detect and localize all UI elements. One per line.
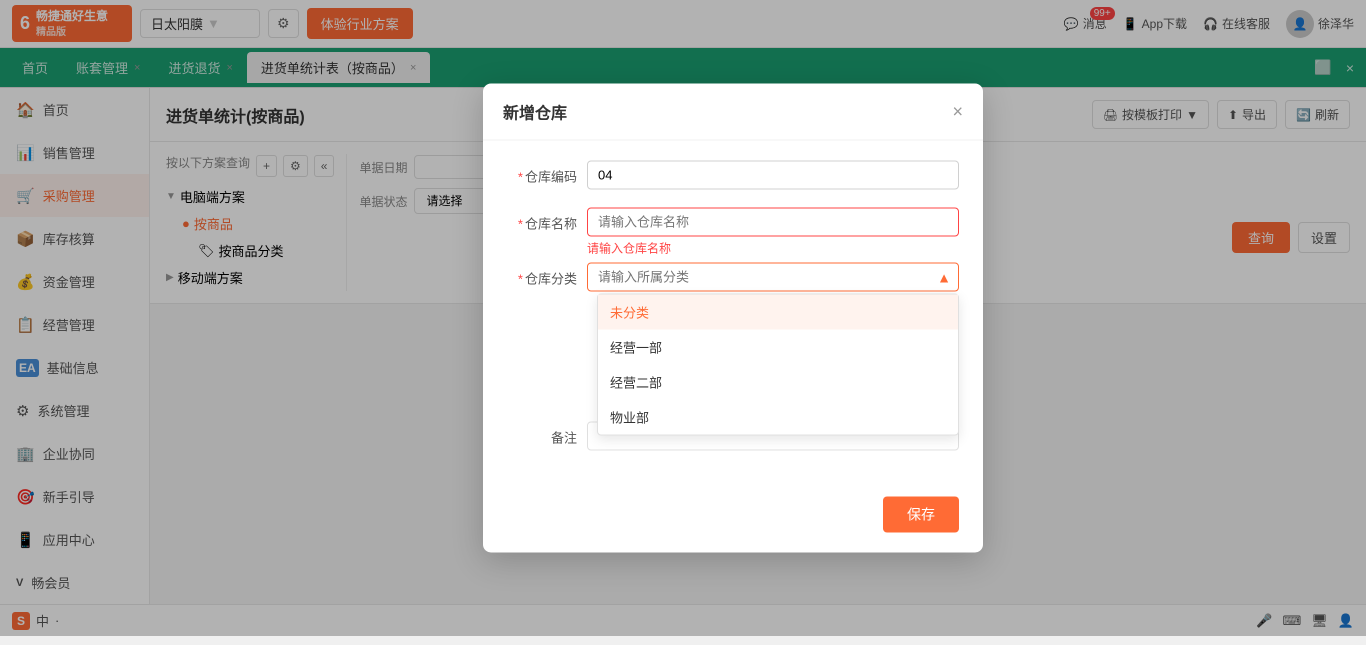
dialog-title: 新增仓库 bbox=[503, 100, 567, 124]
form-row-name: 仓库名称 请输入仓库名称 bbox=[507, 208, 959, 237]
warehouse-code-label: 仓库编码 bbox=[507, 161, 587, 186]
category-toggle-icon[interactable]: ▲ bbox=[937, 269, 951, 285]
dropdown-item-uncategorized[interactable]: 未分类 bbox=[598, 295, 958, 330]
category-input-wrapper: ▲ bbox=[587, 263, 959, 292]
dropdown-item-dept1[interactable]: 经营一部 bbox=[598, 330, 958, 365]
warehouse-code-input[interactable] bbox=[587, 161, 959, 190]
form-row-category: 仓库分类 ▲ 未分类 经营一部 经营二部 物业部 bbox=[507, 263, 959, 292]
save-button[interactable]: 保存 bbox=[883, 497, 959, 533]
remark-label: 备注 bbox=[507, 422, 587, 447]
dropdown-item-dept3[interactable]: 物业部 bbox=[598, 400, 958, 435]
warehouse-category-input[interactable] bbox=[587, 263, 959, 292]
warehouse-name-input[interactable] bbox=[587, 208, 959, 237]
form-row-code: 仓库编码 bbox=[507, 161, 959, 190]
warehouse-name-error: 请输入仓库名称 bbox=[587, 240, 671, 257]
dialog-close-btn[interactable]: × bbox=[952, 103, 963, 121]
warehouse-category-label: 仓库分类 bbox=[507, 263, 587, 288]
dialog-header: 新增仓库 × bbox=[483, 84, 983, 141]
warehouse-name-label: 仓库名称 bbox=[507, 208, 587, 233]
warehouse-dialog: 新增仓库 × 仓库编码 仓库名称 请输入仓库名称 仓库分类 ▲ 未分类 bbox=[483, 84, 983, 553]
dialog-body: 仓库编码 仓库名称 请输入仓库名称 仓库分类 ▲ 未分类 经营一部 经营二部 物… bbox=[483, 141, 983, 489]
category-dropdown: 未分类 经营一部 经营二部 物业部 bbox=[597, 294, 959, 436]
dropdown-item-dept2[interactable]: 经营二部 bbox=[598, 365, 958, 400]
dialog-footer: 保存 bbox=[483, 497, 983, 533]
